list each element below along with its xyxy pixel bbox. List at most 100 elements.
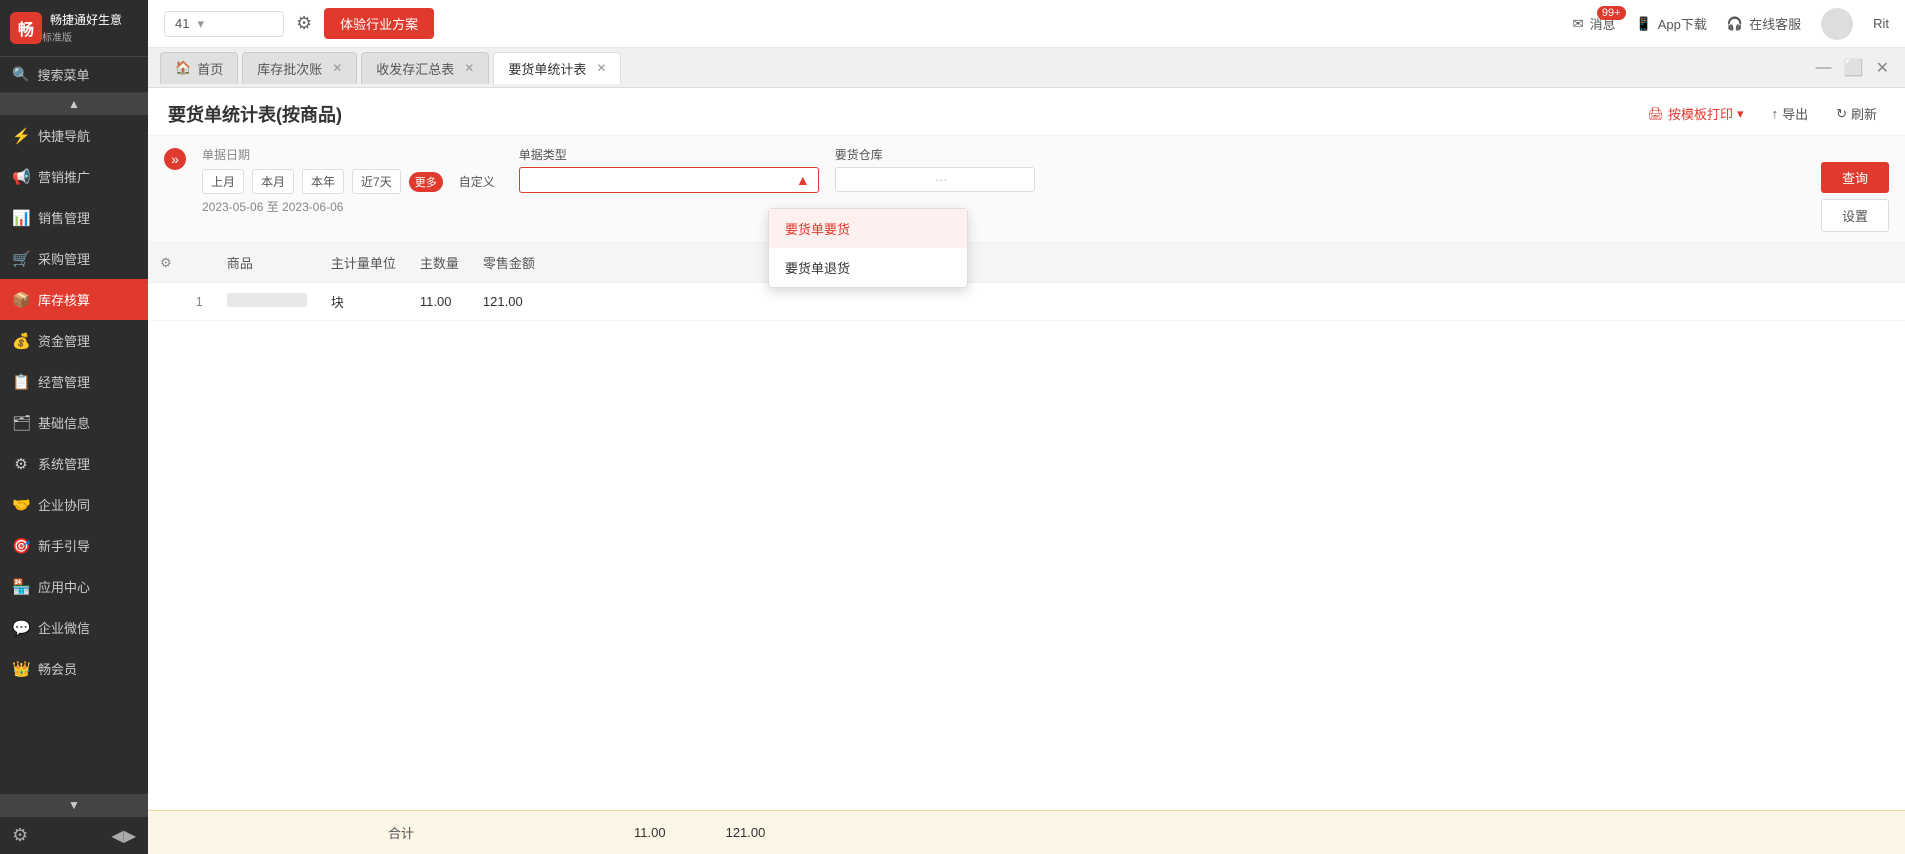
query-button[interactable]: 查询: [1821, 162, 1889, 193]
messages-button[interactable]: ✉ 消息 99+: [1573, 14, 1616, 33]
scroll-down-button[interactable]: ▼: [0, 794, 148, 816]
dropdown-item-return[interactable]: 要货单退货: [769, 248, 967, 287]
appstore-icon: 🏪: [12, 578, 30, 596]
sidebar-item-member[interactable]: 👑 畅会员: [0, 648, 148, 689]
refresh-button[interactable]: ↻ 刷新: [1828, 100, 1885, 127]
table-col-unit: 主计量单位: [319, 243, 408, 283]
custom-date-button[interactable]: 自定义: [451, 169, 503, 194]
sidebar-item-marketing[interactable]: 📢 营销推广: [0, 156, 148, 197]
sidebar-item-label: 采购管理: [38, 249, 90, 268]
minimize-icon[interactable]: —: [1812, 57, 1836, 79]
search-icon: 🔍: [12, 66, 29, 83]
topbar-right: ✉ 消息 99+ 📱 App下载 🎧 在线客服 Rit: [1573, 8, 1889, 40]
collapse-sidebar-button[interactable]: ◀▶: [111, 826, 136, 846]
user-name: Rit: [1873, 16, 1889, 31]
messages-count: 99+: [1597, 6, 1626, 20]
marketing-icon: 📢: [12, 168, 30, 186]
sidebar-item-label: 销售管理: [38, 208, 90, 227]
sidebar-item-label: 畅会员: [38, 659, 77, 678]
sidebar-item-label: 应用中心: [38, 577, 90, 596]
print-template-button[interactable]: 🖨 按模板打印 ▾: [1640, 100, 1752, 127]
tab-home-label: 首页: [197, 59, 223, 78]
data-table: ⚙ 商品 主计量单位 主数量 零售金额 1: [148, 243, 1905, 321]
this-month-button[interactable]: 本月: [252, 169, 294, 194]
settings-button[interactable]: 设置: [1821, 199, 1889, 232]
dropdown-item-purchase[interactable]: 要货单要货: [769, 209, 967, 248]
tab-home[interactable]: 🏠 首页: [160, 52, 238, 84]
sidebar-item-wechat[interactable]: 💬 企业微信: [0, 607, 148, 648]
warehouse-filter-group: 要货仓库 ···: [835, 146, 1035, 192]
message-icon: ✉: [1573, 16, 1584, 32]
app-name: 畅捷通好生意: [50, 12, 122, 29]
chevron-down-icon: ▾: [197, 16, 204, 32]
table-col-quantity: 主数量: [408, 243, 471, 283]
tab-order-stats[interactable]: 要货单统计表 ✕: [493, 52, 621, 84]
data-table-container: ⚙ 商品 主计量单位 主数量 零售金额 1: [148, 243, 1905, 810]
download-icon: 📱: [1636, 16, 1652, 32]
tab-inventory-batch[interactable]: 库存批次账 ✕: [242, 52, 357, 84]
sidebar-item-label: 企业协同: [38, 495, 90, 514]
sidebar-item-appstore[interactable]: 🏪 应用中心: [0, 566, 148, 607]
settings-gear-icon[interactable]: ⚙: [296, 13, 312, 34]
basic-icon: 🗂: [12, 414, 30, 432]
more-date-badge[interactable]: 更多: [409, 172, 443, 192]
sidebar-item-enterprise[interactable]: 🤝 企业协同: [0, 484, 148, 525]
tab-receivable-summary[interactable]: 收发存汇总表 ✕: [361, 52, 489, 84]
sidebar-item-purchase[interactable]: 🛒 采购管理: [0, 238, 148, 279]
warehouse-input[interactable]: ···: [835, 167, 1035, 192]
table-col-rownum: [184, 243, 215, 283]
last-month-button[interactable]: 上月: [202, 169, 244, 194]
page-header: 要货单统计表(按商品) 🖨 按模板打印 ▾ ↑ 导出 ↻ 刷新: [148, 88, 1905, 136]
sidebar-item-sales[interactable]: 📊 销售管理: [0, 197, 148, 238]
settings-bottom-icon[interactable]: ⚙: [12, 825, 28, 846]
tab-close-icon[interactable]: ✕: [596, 61, 606, 75]
chevron-up-icon[interactable]: ▲: [796, 172, 810, 188]
order-type-text-input[interactable]: [528, 173, 796, 188]
search-menu-item[interactable]: 🔍 搜索菜单: [0, 57, 148, 93]
topbar-left: 41 ▾ ⚙ 体验行业方案: [164, 8, 434, 39]
operation-icon: 📋: [12, 373, 30, 391]
online-service-button[interactable]: 🎧 在线客服: [1727, 14, 1801, 33]
page-title: 要货单统计表(按商品): [168, 101, 342, 127]
footer-total-label: 合计: [388, 823, 414, 842]
finance-icon: 💰: [12, 332, 30, 350]
last-7-days-button[interactable]: 近7天: [352, 169, 401, 194]
row-settings-cell: [148, 283, 184, 321]
app-logo: 畅 畅捷通好生意 标准版: [0, 0, 148, 57]
tab-label: 收发存汇总表: [376, 59, 454, 78]
close-window-icon[interactable]: ✕: [1872, 56, 1893, 80]
more-options-icon[interactable]: ···: [935, 172, 1026, 187]
company-selector[interactable]: 41 ▾: [164, 11, 284, 37]
refresh-label: 刷新: [1851, 104, 1877, 123]
warehouse-label: 要货仓库: [835, 146, 1035, 163]
search-menu-label: 搜索菜单: [37, 65, 89, 84]
sidebar-item-guide[interactable]: 🎯 新手引导: [0, 525, 148, 566]
guide-icon: 🎯: [12, 537, 30, 555]
sidebar-item-basic[interactable]: 🗂 基础信息: [0, 402, 148, 443]
sidebar-item-system[interactable]: ⚙ 系统管理: [0, 443, 148, 484]
row-extra: [547, 283, 1905, 321]
app-download-button[interactable]: 📱 App下载: [1636, 14, 1707, 33]
tab-close-icon[interactable]: ✕: [464, 61, 474, 75]
sidebar-item-finance[interactable]: 💰 资金管理: [0, 320, 148, 361]
tab-close-icon[interactable]: ✕: [332, 61, 342, 75]
trial-industry-button[interactable]: 体验行业方案: [324, 8, 434, 39]
print-icon: 🖨: [1648, 106, 1665, 122]
filter-expand-button[interactable]: »: [164, 148, 186, 170]
order-type-input[interactable]: ▲: [519, 167, 819, 193]
scroll-up-button[interactable]: ▲: [0, 93, 148, 115]
table-col-settings[interactable]: ⚙: [148, 243, 184, 283]
export-button[interactable]: ↑ 导出: [1764, 100, 1817, 127]
print-template-label: 按模板打印: [1668, 104, 1733, 123]
maximize-icon[interactable]: ⬜: [1840, 56, 1868, 80]
sidebar-item-label: 库存核算: [38, 290, 90, 309]
sidebar-item-quick-nav[interactable]: ⚡ 快捷导航: [0, 115, 148, 156]
sidebar-item-inventory[interactable]: 📦 库存核算: [0, 279, 148, 320]
this-year-button[interactable]: 本年: [302, 169, 344, 194]
app-version: 标准版: [42, 29, 122, 44]
home-icon: 🏠: [175, 60, 191, 76]
topbar: 41 ▾ ⚙ 体验行业方案 ✉ 消息 99+ 📱 App下载 🎧 在线客服 Ri…: [148, 0, 1905, 48]
user-avatar[interactable]: [1821, 8, 1853, 40]
wechat-icon: 💬: [12, 619, 30, 637]
sidebar-item-operation[interactable]: 📋 经营管理: [0, 361, 148, 402]
